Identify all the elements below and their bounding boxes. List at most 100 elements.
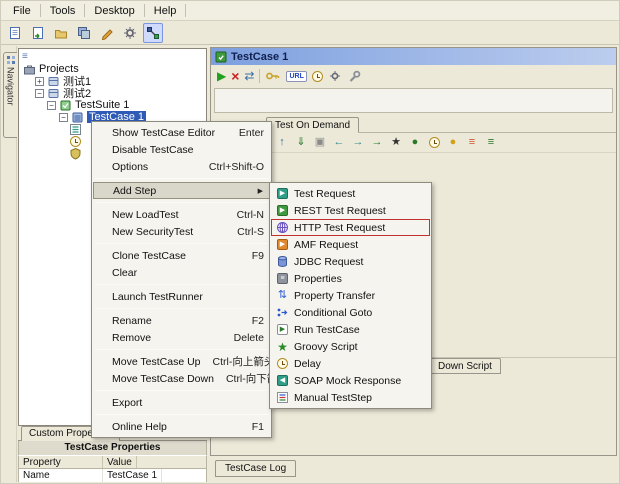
log-list-icon[interactable]: ≡	[464, 135, 480, 151]
favorites-icon[interactable]: ★	[388, 135, 404, 151]
conditional-goto-icon	[276, 306, 289, 319]
edit-pencil-icon	[101, 28, 113, 40]
collapse-icon[interactable]: −	[35, 88, 44, 98]
script-list-icon[interactable]: ≡	[483, 135, 499, 151]
column-header-property[interactable]: Property	[19, 455, 103, 468]
expand-icon[interactable]: +	[35, 76, 44, 86]
collapse-icon[interactable]: −	[47, 100, 56, 110]
menu-item-export[interactable]: Export	[93, 394, 270, 411]
start-icon[interactable]: ●	[407, 135, 423, 151]
save-all-button[interactable]	[74, 23, 94, 43]
submenu-item-manual-teststep[interactable]: Manual TestStep	[271, 389, 430, 406]
tree-node-testsuite[interactable]: − TestSuite 1	[19, 99, 206, 111]
menu-help[interactable]: Help	[145, 3, 186, 19]
submenu-item-test-request[interactable]: ▶ Test Request	[271, 185, 430, 202]
timer-icon[interactable]	[311, 70, 323, 82]
groovy-script-icon: ★	[277, 339, 288, 354]
menu-separator	[95, 202, 268, 203]
menu-separator	[95, 414, 268, 415]
menu-item-shortcut: Ctrl-N	[236, 208, 264, 221]
menu-item-clone-testcase[interactable]: Clone TestCase F9	[93, 247, 270, 264]
menu-item-clear[interactable]: Clear	[93, 264, 270, 281]
menu-item-label: Remove	[112, 331, 152, 344]
properties-icon: ≡	[276, 272, 289, 285]
testcase-window-icon	[215, 51, 227, 62]
table-row[interactable]: Name TestCase 1	[18, 468, 207, 482]
run-from-step-icon[interactable]: →	[369, 135, 385, 151]
menu-item-move-testcase-up[interactable]: Move TestCase Up Ctrl-向上箭头	[93, 353, 274, 370]
submenu-item-delay[interactable]: Delay	[271, 355, 430, 372]
tree-node-projects[interactable]: Projects	[19, 63, 206, 75]
submenu-item-rest-test-request[interactable]: ▶ REST Test Request	[271, 202, 430, 219]
menu-item-shortcut: Ctrl-S	[237, 225, 264, 238]
edit-pencil-button[interactable]	[97, 23, 117, 43]
teardown-script-tab[interactable]: Down Script	[429, 358, 501, 374]
preferences-button[interactable]	[120, 23, 140, 43]
submenu-item-label: JDBC Request	[294, 255, 364, 268]
menu-item-disable-testcase[interactable]: Disable TestCase	[93, 141, 270, 158]
auth-key-icon[interactable]	[265, 69, 281, 83]
move-step-down-icon[interactable]: ⇓	[293, 135, 309, 151]
settings-gear-icon[interactable]	[328, 69, 342, 83]
menu-item-rename[interactable]: Rename F2	[93, 312, 270, 329]
status-dot-icon[interactable]: ●	[445, 135, 461, 151]
menu-separator	[95, 243, 268, 244]
manual-teststep-icon	[276, 391, 289, 404]
import-project-button[interactable]	[28, 23, 48, 43]
submenu-item-label: Delay	[294, 357, 321, 370]
step-left-icon[interactable]: ←	[331, 135, 347, 151]
menu-item-show-testcase-editor[interactable]: Show TestCase Editor Enter	[93, 124, 270, 141]
new-project-button[interactable]	[5, 23, 25, 43]
menu-item-online-help[interactable]: Online Help F1	[93, 418, 270, 435]
url-badge[interactable]: URL	[286, 70, 307, 82]
menu-item-label: New LoadTest	[112, 208, 179, 221]
tab-testcase-log[interactable]: TestCase Log	[215, 460, 297, 477]
menu-item-label: Launch TestRunner	[112, 290, 203, 303]
testcase-editor-inset	[214, 88, 613, 113]
menu-item-move-testcase-down[interactable]: Move TestCase Down Ctrl-向下箭头	[93, 370, 288, 387]
menu-desktop[interactable]: Desktop	[85, 3, 143, 19]
column-header-value[interactable]: Value	[103, 455, 137, 468]
proxy-toggle-button[interactable]	[143, 22, 163, 43]
collapse-icon[interactable]: −	[59, 112, 68, 122]
submenu-item-label: Groovy Script	[294, 340, 358, 353]
submenu-item-jdbc-request[interactable]: JDBC Request	[271, 253, 430, 270]
tab-test-on-demand[interactable]: Test On Demand	[266, 117, 360, 133]
menu-item-launch-testrunner[interactable]: Launch TestRunner	[93, 288, 270, 305]
cancel-run-button[interactable]: ×	[231, 69, 239, 83]
menu-item-remove[interactable]: Remove Delete	[93, 329, 270, 346]
run-testcase-button[interactable]: ▶	[217, 70, 226, 82]
submenu-item-http-test-request[interactable]: HTTP Test Request	[271, 219, 430, 236]
submenu-item-property-transfer[interactable]: ⇅ Property Transfer	[271, 287, 430, 304]
navigator-options-icon[interactable]: ≡	[22, 52, 28, 62]
wrench-icon[interactable]	[347, 69, 361, 83]
submenu-item-conditional-goto[interactable]: Conditional Goto	[271, 304, 430, 321]
submenu-item-run-testcase[interactable]: ▶ Run TestCase	[271, 321, 430, 338]
move-step-up-icon[interactable]: ↑	[274, 135, 290, 151]
menu-item-label: Options	[112, 160, 149, 173]
submenu-item-groovy-script[interactable]: ★ Groovy Script	[271, 338, 430, 355]
menu-item-new-securitytest[interactable]: New SecurityTest Ctrl-S	[93, 223, 270, 240]
menu-item-new-loadtest[interactable]: New LoadTest Ctrl-N	[93, 206, 270, 223]
submenu-item-amf-request[interactable]: ▶ AMF Request	[271, 236, 430, 253]
menu-item-shortcut: F1	[251, 420, 264, 433]
open-folder-button[interactable]	[51, 23, 71, 43]
testcase-window-titlebar[interactable]: TestCase 1	[211, 48, 616, 65]
menu-file[interactable]: File	[4, 3, 40, 19]
property-value-cell[interactable]: TestCase 1	[103, 468, 163, 482]
menu-item-options[interactable]: Options Ctrl+Shift-O	[93, 158, 270, 175]
delay-toolbar-icon[interactable]	[426, 135, 442, 151]
navigator-tab[interactable]: Navigator	[3, 52, 17, 138]
submenu-item-properties[interactable]: ≡ Properties	[271, 270, 430, 287]
submenu-item-soap-mock-response[interactable]: ◀ SOAP Mock Response	[271, 372, 430, 389]
tree-node-project-1[interactable]: + 测试1	[19, 75, 206, 88]
property-transfer-icon: ⇅	[277, 289, 288, 301]
clone-step-icon[interactable]: ▣	[312, 135, 328, 151]
menu-item-add-step[interactable]: Add Step ▶	[93, 182, 270, 199]
menu-tools[interactable]: Tools	[41, 3, 85, 19]
submenu-item-label: AMF Request	[294, 238, 359, 251]
run-options-button[interactable]: ⇄	[244, 70, 254, 82]
step-right-icon[interactable]: →	[350, 135, 366, 151]
menu-item-label: New SecurityTest	[112, 225, 194, 238]
tree-node-project-2[interactable]: − 测试2	[19, 87, 206, 100]
